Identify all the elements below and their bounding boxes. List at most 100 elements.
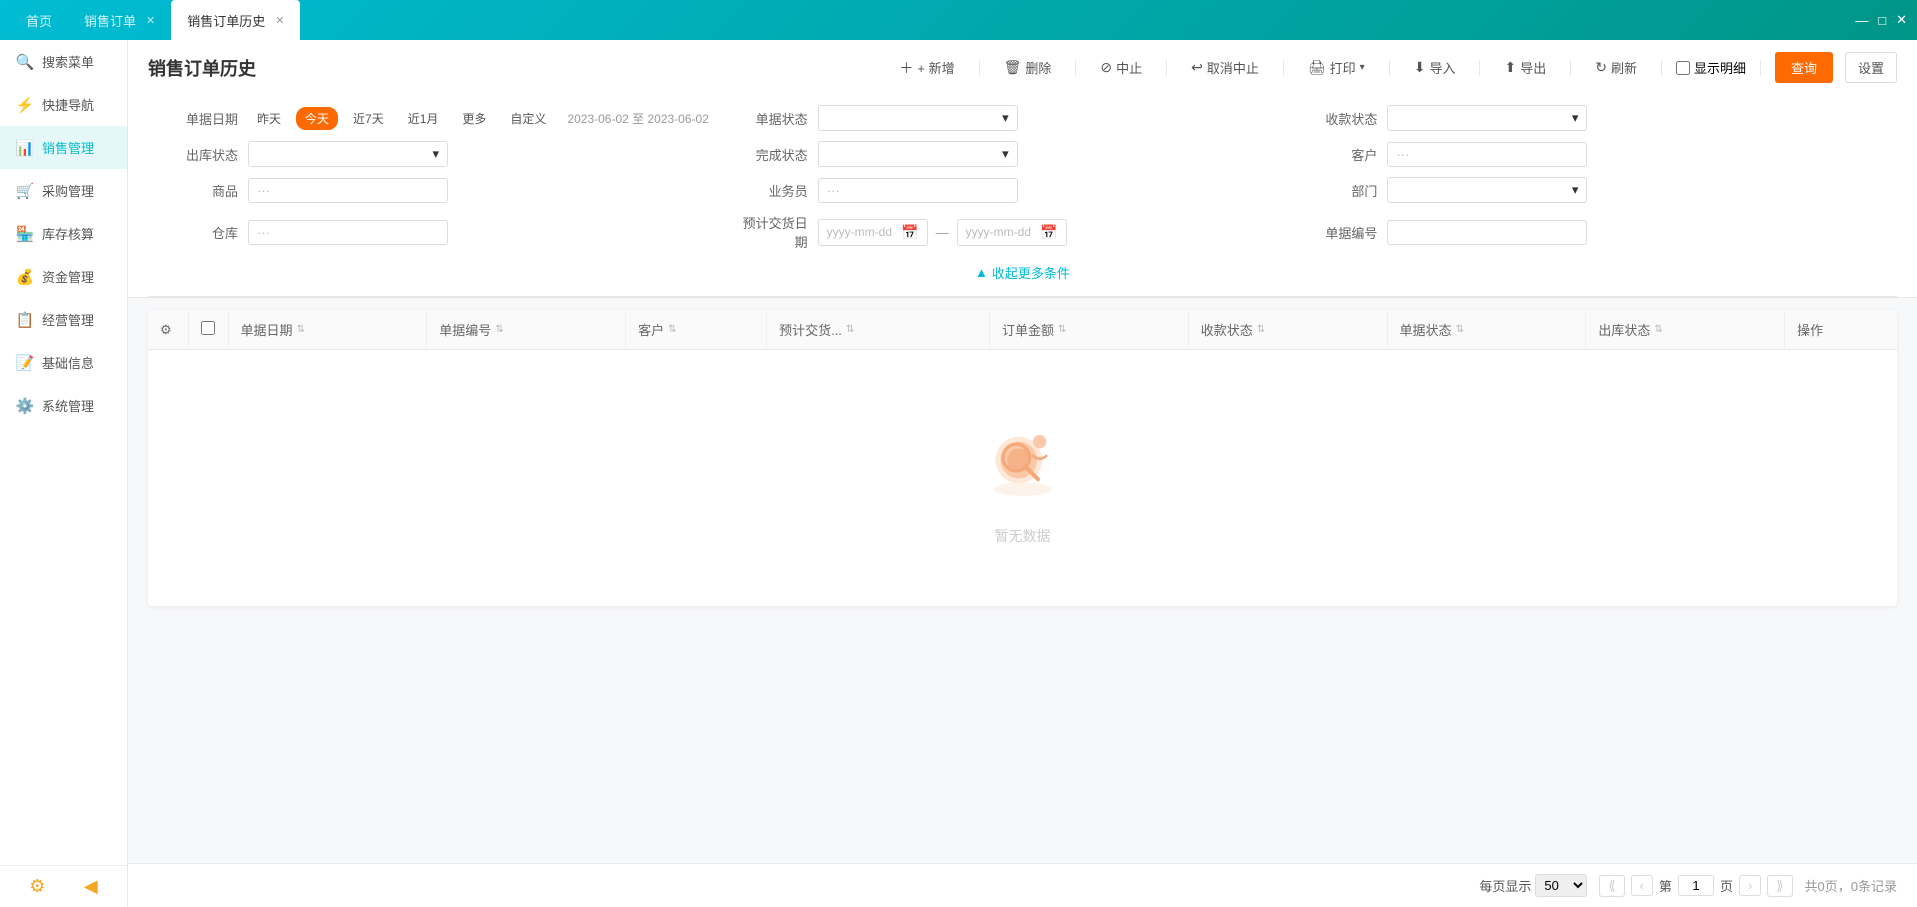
next-page-button[interactable]: › [1739, 875, 1761, 896]
th-order-amount[interactable]: 订单金额 ⇅ [989, 310, 1188, 350]
prev-page-button[interactable]: ‹ [1631, 875, 1653, 896]
date-tab-yesterday[interactable]: 昨天 [248, 107, 290, 130]
payment-status-select[interactable]: ▾ [1387, 105, 1587, 131]
first-page-button[interactable]: ⟪ [1599, 875, 1624, 897]
tab-sales-order-history-close[interactable]: ✕ [275, 14, 284, 27]
th-payment-status[interactable]: 收款状态 ⇅ [1188, 310, 1387, 350]
th-customer[interactable]: 客户 ⇅ [626, 310, 767, 350]
th-bill-status[interactable]: 单据状态 ⇅ [1387, 310, 1586, 350]
bill-status-select[interactable]: ▾ [818, 105, 1018, 131]
import-button[interactable]: ⬇ 导入 [1404, 53, 1466, 82]
display-detail-checkbox-wrap[interactable]: 显示明细 [1676, 58, 1746, 77]
th-gear[interactable]: ⚙ [148, 310, 188, 350]
sidebar-item-purchase[interactable]: 🛒 采购管理 [0, 169, 127, 212]
minimize-icon[interactable]: — [1855, 13, 1868, 28]
display-detail-checkbox[interactable] [1676, 61, 1690, 75]
divider6 [1479, 60, 1480, 76]
last-page-button[interactable]: ⟫ [1767, 875, 1792, 897]
date-tab-custom[interactable]: 自定义 [501, 107, 555, 130]
th-order-amount-label: 订单金额 [1002, 320, 1054, 339]
th-out-stock-sort[interactable]: 出库状态 ⇅ [1598, 320, 1772, 339]
customer-label: 客户 [1307, 145, 1387, 164]
customer-group: ··· [1387, 142, 1877, 167]
date-tab-7days[interactable]: 近7天 [344, 107, 393, 130]
stop-label: 中止 [1116, 58, 1142, 77]
tab-sales-order[interactable]: 销售订单 ✕ [68, 0, 171, 40]
divider7 [1570, 60, 1571, 76]
date-tab-today[interactable]: 今天 [296, 107, 338, 130]
select-all-checkbox[interactable] [201, 321, 215, 335]
th-customer-sort[interactable]: 客户 ⇅ [638, 320, 754, 339]
sidebar-item-system[interactable]: ⚙️ 系统管理 [0, 384, 127, 427]
gear-icon[interactable]: ⚙ [160, 322, 172, 337]
content-area: 销售订单历史 ＋ + 新增 🗑 删除 ⊘ 中止 [128, 40, 1917, 907]
tab-home-label: 首页 [26, 11, 52, 30]
th-bill-date[interactable]: 单据日期 ⇅ [228, 310, 427, 350]
per-page-select[interactable]: 10 20 50 100 [1535, 874, 1587, 897]
th-order-amount-sort[interactable]: 订单金额 ⇅ [1002, 320, 1176, 339]
th-bill-date-sort[interactable]: 单据日期 ⇅ [241, 320, 415, 339]
th-bill-status-sort[interactable]: 单据状态 ⇅ [1400, 320, 1574, 339]
complete-label: 完成状态 [738, 145, 818, 164]
bill-no-input[interactable] [1387, 220, 1587, 245]
customer-select[interactable]: ··· [1387, 142, 1587, 167]
page-label: 页 [1720, 876, 1733, 895]
export-button[interactable]: ⬆ 导出 [1494, 53, 1556, 82]
tab-home[interactable]: 首页 [10, 0, 68, 40]
refresh-button[interactable]: ↻ 刷新 [1585, 53, 1647, 82]
dept-select[interactable]: ▾ [1387, 177, 1587, 203]
settings-bottom-icon[interactable]: ⚙ [29, 876, 45, 897]
new-icon: ＋ [899, 58, 913, 78]
out-stock-select[interactable]: ▾ [248, 141, 448, 167]
sidebar-item-quicknav[interactable]: ⚡ 快捷导航 [0, 83, 127, 126]
sidebar-item-basic[interactable]: 📝 基础信息 [0, 341, 127, 384]
cancel-stop-button[interactable]: ↩ 取消中止 [1181, 53, 1269, 82]
delete-button[interactable]: 🗑 删除 [994, 53, 1062, 82]
th-bill-no[interactable]: 单据编号 ⇅ [427, 310, 626, 350]
filter-row-1: 单据日期 昨天 今天 近7天 近1月 更多 自定义 2023-06-02 至 2… [168, 105, 1877, 131]
print-button[interactable]: 🖨 打印 ▾ [1298, 53, 1375, 82]
th-payment-status-sort[interactable]: 收款状态 ⇅ [1201, 320, 1375, 339]
query-button[interactable]: 查询 [1775, 52, 1833, 83]
sidebar-item-operation[interactable]: 📋 经营管理 [0, 298, 127, 341]
divider2 [1075, 60, 1076, 76]
tab-sales-order-close[interactable]: ✕ [146, 14, 155, 27]
th-expected-date[interactable]: 预计交货... ⇅ [767, 310, 990, 350]
total-info: 共0页，0条记录 [1805, 876, 1897, 895]
warehouse-select[interactable]: ··· [248, 220, 448, 245]
th-bill-no-sort[interactable]: 单据编号 ⇅ [439, 320, 613, 339]
sort-icon-customer: ⇅ [668, 324, 676, 335]
sidebar-item-operation-label: 经营管理 [42, 310, 94, 329]
collapse-text: 收起更多条件 [992, 263, 1070, 282]
goods-select[interactable]: ··· [248, 178, 448, 203]
stop-button[interactable]: ⊘ 中止 [1090, 53, 1152, 82]
collapse-row[interactable]: ▲ 收起更多条件 [168, 261, 1877, 284]
sidebar-item-inventory[interactable]: 🏪 库存核算 [0, 212, 127, 255]
sort-icon-payment: ⇅ [1257, 324, 1265, 335]
sidebar-item-finance[interactable]: 💰 资金管理 [0, 255, 127, 298]
page-num-input[interactable] [1678, 875, 1714, 896]
date-from-input[interactable]: yyyy-mm-dd 📅 [818, 219, 928, 246]
sidebar-item-quicknav-label: 快捷导航 [42, 95, 94, 114]
sidebar-item-sales[interactable]: 📊 销售管理 [0, 126, 127, 169]
new-button[interactable]: ＋ + 新增 [889, 53, 964, 83]
divider4 [1283, 60, 1284, 76]
th-expected-date-sort[interactable]: 预计交货... ⇅ [779, 320, 977, 339]
complete-select[interactable]: ▾ [818, 141, 1018, 167]
goods-label: 商品 [168, 181, 248, 200]
maximize-icon[interactable]: □ [1878, 13, 1886, 28]
settings-button[interactable]: 设置 [1845, 52, 1897, 83]
tab-sales-order-history[interactable]: 销售订单历史 ✕ [171, 0, 300, 40]
date-to-input[interactable]: yyyy-mm-dd 📅 [957, 219, 1067, 246]
salesman-select[interactable]: ··· [818, 178, 1018, 203]
dept-label: 部门 [1307, 181, 1387, 200]
date-tab-more[interactable]: 更多 [453, 107, 495, 130]
query-label: 查询 [1791, 61, 1817, 76]
collapse-sidebar-icon[interactable]: ◀ [84, 876, 98, 897]
th-out-stock[interactable]: 出库状态 ⇅ [1586, 310, 1785, 350]
date-tab-1month[interactable]: 近1月 [399, 107, 448, 130]
close-icon[interactable]: ✕ [1896, 12, 1907, 28]
out-stock-label: 出库状态 [168, 145, 248, 164]
th-operation: 操作 [1785, 310, 1897, 350]
sidebar-item-search[interactable]: 🔍 搜索菜单 [0, 40, 127, 83]
